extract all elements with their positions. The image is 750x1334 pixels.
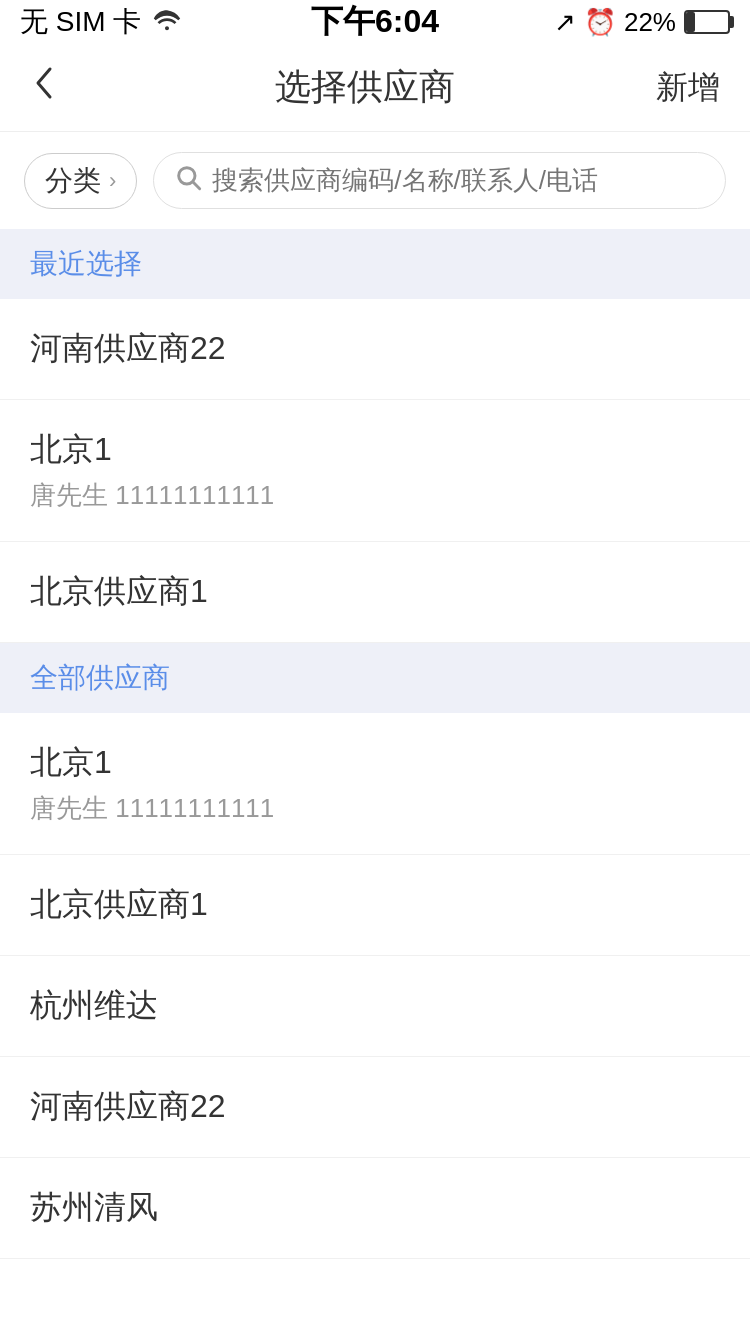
svg-line-1	[194, 182, 200, 188]
status-bar: 无 SIM 卡 下午6:04 ↗ ⏰ 22%	[0, 0, 750, 44]
category-button[interactable]: 分类 ›	[24, 153, 137, 209]
item-name: 河南供应商22	[30, 1085, 720, 1129]
battery-text: 22%	[624, 7, 676, 38]
category-label: 分类	[45, 162, 101, 200]
all-section-header: 全部供应商	[0, 643, 750, 713]
search-box	[153, 152, 726, 209]
search-icon	[174, 163, 202, 198]
chevron-right-icon: ›	[109, 168, 116, 194]
list-item[interactable]: 北京1 唐先生 11111111111	[0, 400, 750, 542]
item-name: 北京1	[30, 428, 720, 472]
nav-bar: 选择供应商 新增	[0, 44, 750, 132]
list-item[interactable]: 北京1 唐先生 11111111111	[0, 713, 750, 855]
item-name: 北京1	[30, 741, 720, 785]
item-sub: 唐先生 11111111111	[30, 478, 720, 513]
all-list: 北京1 唐先生 11111111111 北京供应商1 杭州维达河南供应商22 苏州清风	[0, 713, 750, 1259]
filter-bar: 分类 ›	[0, 132, 750, 229]
carrier-text: 无 SIM 卡	[20, 3, 141, 41]
recent-section-header: 最近选择	[0, 229, 750, 299]
list-item[interactable]: 河南供应商22	[0, 1057, 750, 1158]
location-icon: ↗	[554, 7, 576, 38]
search-input[interactable]	[212, 165, 705, 196]
recent-list: 河南供应商22 北京1 唐先生 11111111111 北京供应商1	[0, 299, 750, 643]
alarm-icon: ⏰	[584, 7, 616, 38]
item-name: 苏州清风	[30, 1186, 720, 1230]
battery-icon	[684, 10, 730, 34]
item-sub: 唐先生 11111111111	[30, 791, 720, 826]
add-button[interactable]: 新增	[640, 66, 720, 110]
status-time: 下午6:04	[311, 0, 439, 44]
item-name: 北京供应商1	[30, 570, 720, 614]
page-title: 选择供应商	[90, 63, 640, 112]
all-section-label: 全部供应商	[30, 662, 170, 693]
status-right: ↗ ⏰ 22%	[554, 7, 730, 38]
list-item[interactable]: 河南供应商22	[0, 299, 750, 400]
list-item[interactable]: 苏州清风	[0, 1158, 750, 1259]
recent-section-label: 最近选择	[30, 248, 142, 279]
item-name: 北京供应商1	[30, 883, 720, 927]
list-item[interactable]: 北京供应商1	[0, 855, 750, 956]
item-name: 杭州维达	[30, 984, 720, 1028]
back-button[interactable]	[30, 61, 90, 114]
list-item[interactable]: 北京供应商1	[0, 542, 750, 643]
wifi-icon	[151, 6, 183, 38]
status-left: 无 SIM 卡	[20, 3, 183, 41]
list-item[interactable]: 杭州维达	[0, 956, 750, 1057]
item-name: 河南供应商22	[30, 327, 720, 371]
